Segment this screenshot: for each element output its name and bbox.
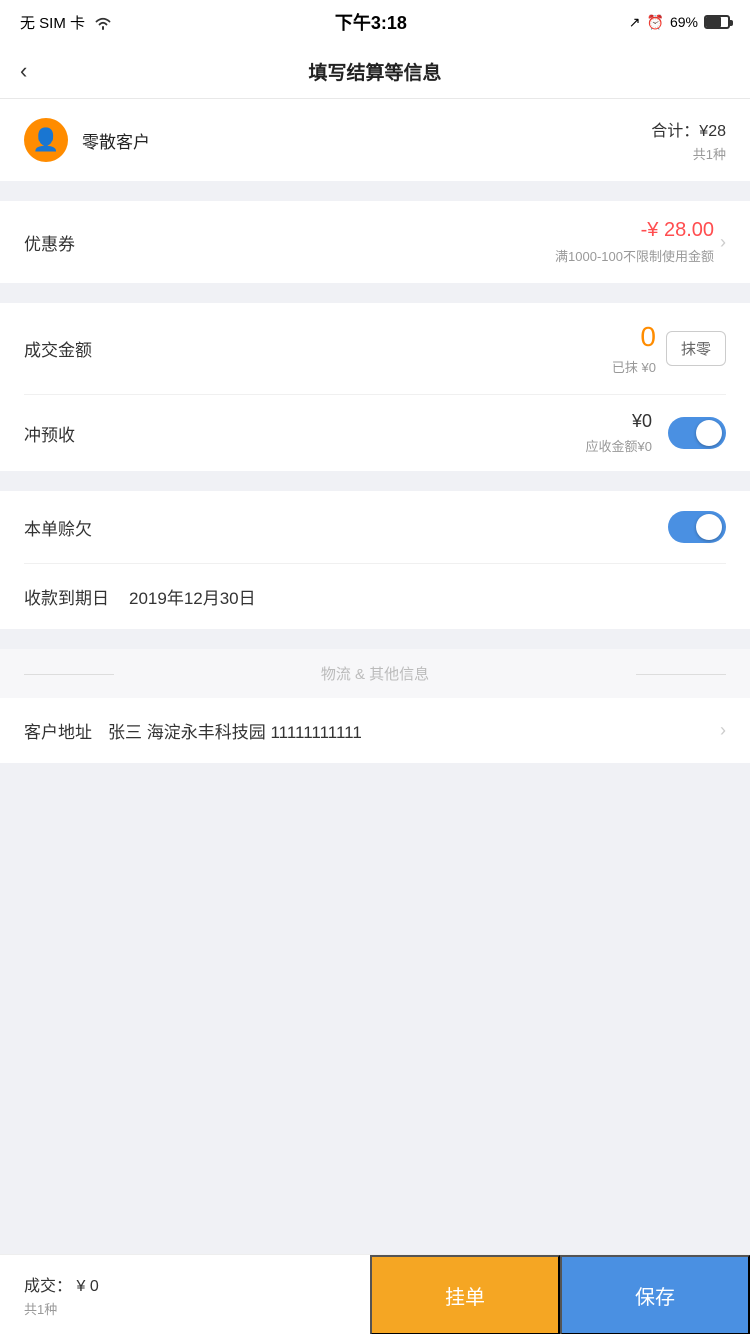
page-title: 填写结算等信息 bbox=[308, 58, 441, 85]
status-time: 下午3:18 bbox=[335, 9, 407, 35]
address-chevron-icon: › bbox=[720, 720, 726, 741]
customer-row: 👤 零散客户 合计：¥28 共1种 bbox=[0, 99, 750, 181]
avatar-icon: 👤 bbox=[32, 127, 59, 153]
deal-amount-row: 成交金额 0 已抹 ¥0 抹零 bbox=[0, 303, 750, 394]
chevron-right-icon: › bbox=[720, 232, 726, 253]
customer-section: 👤 零散客户 合计：¥28 共1种 bbox=[0, 99, 750, 181]
sheqian-section: 本单赊欠 收款到期日 2019年12月30日 bbox=[0, 491, 750, 629]
divider-1 bbox=[0, 191, 750, 201]
duedate-label: 收款到期日 bbox=[24, 584, 109, 609]
coupon-value-area: -¥ 28.00 满1000-100不限制使用金额 bbox=[555, 219, 714, 265]
deal-amount-col: 0 已抹 ¥0 bbox=[612, 321, 656, 376]
chong-right-area: ¥0 应收金额¥0 bbox=[586, 411, 726, 455]
deal-amount-sub: 已抹 ¥0 bbox=[612, 357, 656, 376]
coupon-right-area: -¥ 28.00 满1000-100不限制使用金额 › bbox=[555, 219, 726, 265]
pending-button[interactable]: 挂单 bbox=[370, 1255, 560, 1334]
bottom-deal-label: 成交： bbox=[24, 1278, 72, 1295]
logistics-header: 物流 & 其他信息 bbox=[0, 649, 750, 698]
toggle-thumb bbox=[696, 420, 722, 446]
customer-info: 👤 零散客户 bbox=[24, 118, 150, 162]
nav-bar: ‹ 填写结算等信息 bbox=[0, 44, 750, 99]
divider-2 bbox=[0, 293, 750, 303]
wifi-icon bbox=[93, 15, 113, 30]
address-section[interactable]: 客户地址 张三 海淀永丰科技园 11111111111 › bbox=[0, 698, 750, 763]
avatar: 👤 bbox=[24, 118, 68, 162]
battery-text: 69% bbox=[670, 14, 698, 30]
round-zero-button[interactable]: 抹零 bbox=[666, 331, 726, 366]
address-label: 客户地址 bbox=[24, 718, 92, 743]
customer-total: 合计：¥28 bbox=[651, 117, 726, 141]
status-right: ↗ ⏰ 69% bbox=[629, 14, 730, 31]
coupon-desc: 满1000-100不限制使用金额 bbox=[555, 246, 714, 265]
toggle-thumb-2 bbox=[696, 514, 722, 540]
bottom-deal-line: 成交： ¥ 0 bbox=[24, 1272, 346, 1296]
divider-3 bbox=[0, 481, 750, 491]
battery-icon bbox=[704, 15, 730, 29]
chong-sub-amount: 应收金额¥0 bbox=[586, 436, 652, 455]
chong-yushou-row: 冲预收 ¥0 应收金额¥0 bbox=[0, 395, 750, 471]
bottom-space bbox=[0, 773, 750, 873]
coupon-section[interactable]: 优惠券 -¥ 28.00 满1000-100不限制使用金额 › bbox=[0, 201, 750, 283]
coupon-discount: -¥ 28.00 bbox=[555, 219, 714, 242]
customer-name: 零散客户 bbox=[82, 128, 150, 153]
sheqian-row: 本单赊欠 bbox=[0, 491, 750, 563]
chong-amounts: ¥0 应收金额¥0 bbox=[586, 411, 652, 455]
status-bar: 无 SIM 卡 下午3:18 ↗ ⏰ 69% bbox=[0, 0, 750, 44]
address-row[interactable]: 客户地址 张三 海淀永丰科技园 11111111111 › bbox=[0, 698, 750, 763]
deal-amount-label: 成交金额 bbox=[24, 336, 92, 361]
deal-amount-right: 0 已抹 ¥0 抹零 bbox=[612, 321, 726, 376]
coupon-row[interactable]: 优惠券 -¥ 28.00 满1000-100不限制使用金额 › bbox=[0, 201, 750, 283]
customer-total-area: 合计：¥28 共1种 bbox=[651, 117, 726, 163]
chong-main-amount: ¥0 bbox=[586, 411, 652, 432]
save-button[interactable]: 保存 bbox=[560, 1255, 750, 1334]
carrier-text: 无 SIM 卡 bbox=[20, 12, 85, 33]
deal-amount-value: 0 bbox=[612, 321, 656, 353]
back-icon: ‹ bbox=[20, 58, 27, 84]
sheqian-toggle[interactable] bbox=[668, 511, 726, 543]
bottom-info: 成交： ¥ 0 共1种 bbox=[0, 1255, 370, 1334]
location-icon: ↗ bbox=[629, 14, 641, 31]
bottom-deal-value: ¥ 0 bbox=[76, 1278, 98, 1295]
status-left: 无 SIM 卡 bbox=[20, 12, 113, 33]
back-button[interactable]: ‹ bbox=[20, 58, 27, 84]
sheqian-label: 本单赊欠 bbox=[24, 515, 92, 540]
logistics-header-text: 物流 & 其他信息 bbox=[321, 666, 429, 683]
duedate-value: 2019年12月30日 bbox=[129, 584, 256, 609]
coupon-label: 优惠券 bbox=[24, 230, 75, 255]
bottom-count: 共1种 bbox=[24, 1299, 346, 1318]
chong-yushou-label: 冲预收 bbox=[24, 421, 75, 446]
customer-count: 共1种 bbox=[651, 144, 726, 163]
alarm-icon: ⏰ bbox=[647, 14, 664, 31]
duedate-row: 收款到期日 2019年12月30日 bbox=[0, 564, 750, 629]
bottom-bar: 成交： ¥ 0 共1种 挂单 保存 bbox=[0, 1254, 750, 1334]
chong-yushou-toggle[interactable] bbox=[668, 417, 726, 449]
divider-4 bbox=[0, 639, 750, 649]
address-value: 张三 海淀永丰科技园 11111111111 bbox=[108, 718, 720, 743]
deal-section: 成交金额 0 已抹 ¥0 抹零 冲预收 ¥0 应收金额¥0 bbox=[0, 303, 750, 471]
